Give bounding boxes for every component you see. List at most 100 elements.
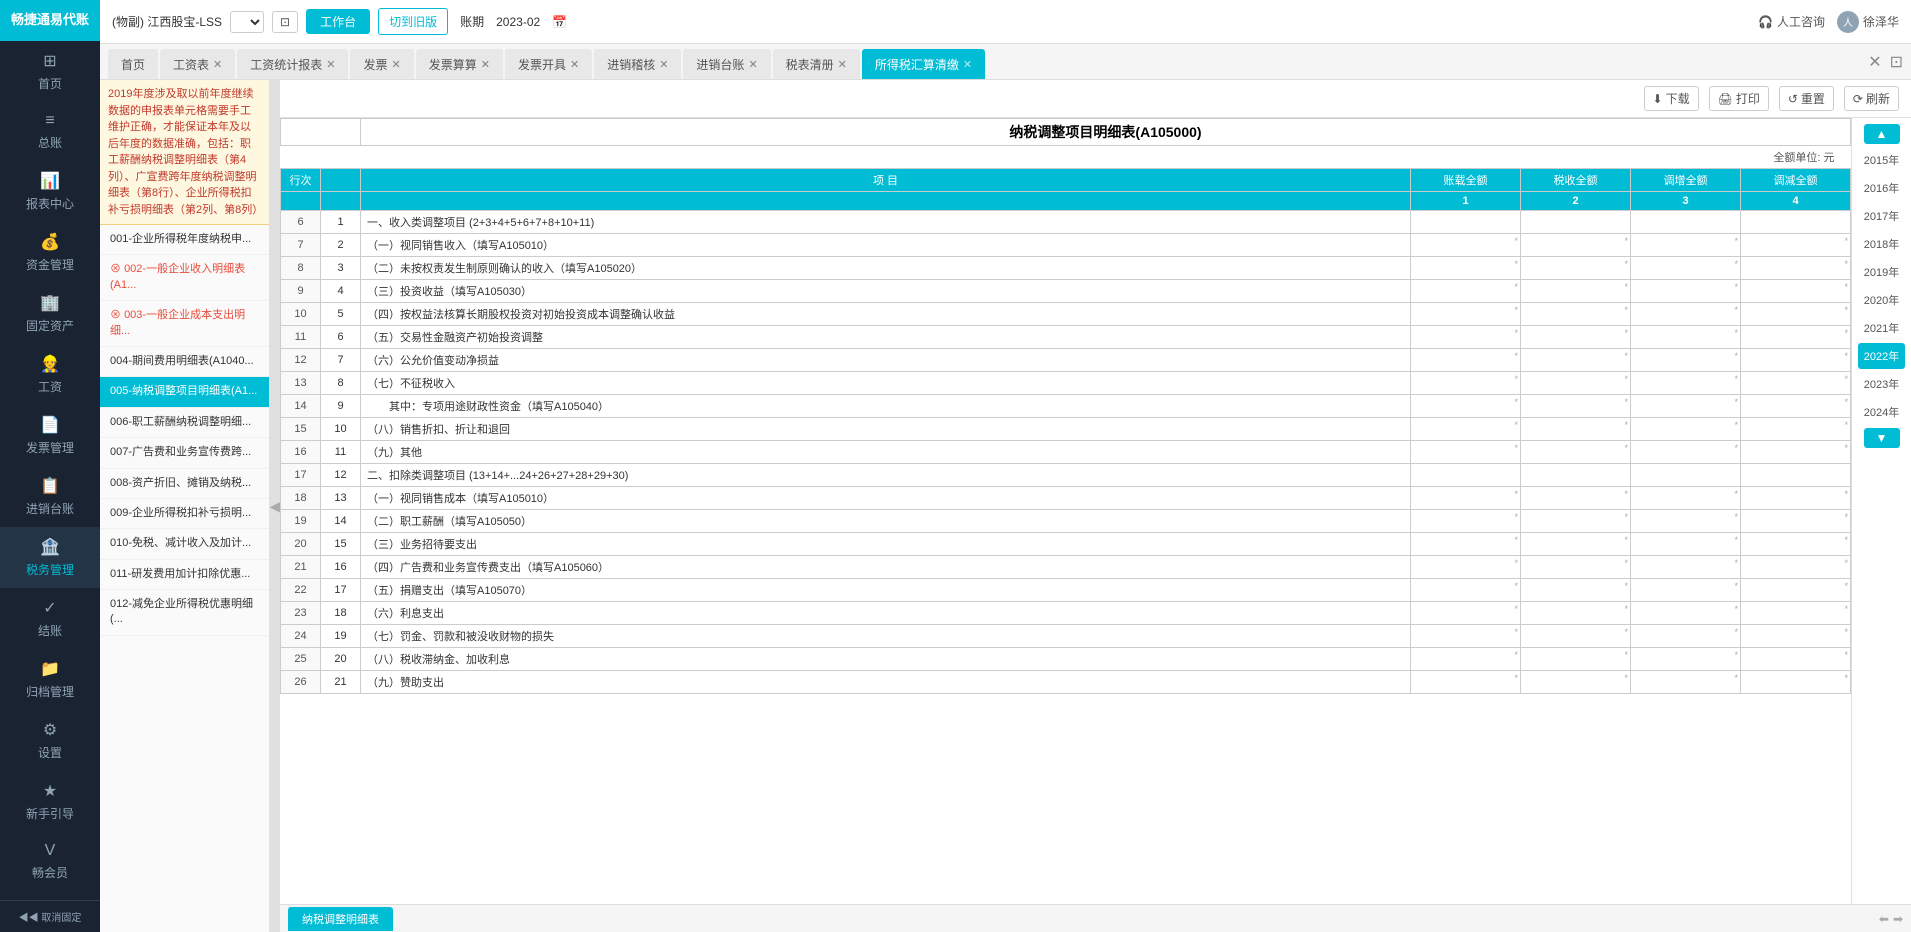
year-up-button[interactable]: ▲ <box>1864 124 1900 144</box>
num-cell-0[interactable]: * <box>1411 303 1521 326</box>
tab-invoice-calc-close[interactable]: ✕ <box>481 58 490 71</box>
table-row[interactable]: 1611（九）其他**** <box>281 441 1851 464</box>
num-cell-3[interactable]: * <box>1741 579 1851 602</box>
num-cell-0[interactable]: * <box>1411 510 1521 533</box>
num-cell-2[interactable]: * <box>1631 280 1741 303</box>
year-2021[interactable]: 2021年 <box>1858 315 1905 341</box>
num-cell-0[interactable]: * <box>1411 671 1521 694</box>
num-cell-2[interactable]: * <box>1631 602 1741 625</box>
sidebar-item-finance[interactable]: 💰 资金管理 <box>0 222 100 283</box>
close-all-tabs-button[interactable]: ✕ <box>1868 52 1881 72</box>
list-item-004[interactable]: 004-期间费用明细表(A1040... <box>100 347 269 377</box>
table-row[interactable]: 72（一）视同销售收入（填写A105010）**** <box>281 234 1851 257</box>
list-item-010[interactable]: 010-免税、减计收入及加计... <box>100 529 269 559</box>
tab-income-tax-close[interactable]: ✕ <box>963 58 972 71</box>
num-cell-3[interactable]: * <box>1741 671 1851 694</box>
num-cell-2[interactable]: * <box>1631 349 1741 372</box>
tab-invoice-calc[interactable]: 发票算算✕ <box>416 49 503 79</box>
num-cell-1[interactable]: * <box>1521 257 1631 280</box>
num-cell-3[interactable]: * <box>1741 602 1851 625</box>
num-cell-2[interactable]: * <box>1631 418 1741 441</box>
year-2024[interactable]: 2024年 <box>1858 399 1905 425</box>
num-cell-1[interactable]: * <box>1521 303 1631 326</box>
list-item-011[interactable]: 011-研发费用加计扣除优惠... <box>100 560 269 590</box>
unfix-sidebar-button[interactable]: ◀◀ 取消固定 <box>0 900 100 932</box>
table-row[interactable]: 2217（五）捐赠支出（填写A105070）**** <box>281 579 1851 602</box>
num-cell-0[interactable]: * <box>1411 326 1521 349</box>
num-cell-0[interactable]: * <box>1411 395 1521 418</box>
year-2020[interactable]: 2020年 <box>1858 287 1905 313</box>
tab-payroll-stat-close[interactable]: ✕ <box>326 58 335 71</box>
num-cell-1[interactable]: * <box>1521 349 1631 372</box>
table-row[interactable]: 2116（四）广告费和业务宣传费支出（填写A105060）**** <box>281 556 1851 579</box>
table-container[interactable]: 纳税调整项目明细表(A105000) 全额单位: 元 行次 项 目 账载全额 税… <box>280 118 1851 904</box>
reset-button[interactable]: ↺ 重置 <box>1779 86 1834 111</box>
sidebar-item-report[interactable]: 📊 报表中心 <box>0 161 100 222</box>
num-cell-3[interactable]: * <box>1741 257 1851 280</box>
refresh-button[interactable]: ⟳ 刷新 <box>1844 86 1899 111</box>
num-cell-0[interactable]: * <box>1411 441 1521 464</box>
tab-invoice-open[interactable]: 发票开具✕ <box>505 49 592 79</box>
table-row[interactable]: 2419（七）罚金、罚款和被没收财物的损失**** <box>281 625 1851 648</box>
num-cell-0[interactable]: * <box>1411 625 1521 648</box>
tab-invoice-close[interactable]: ✕ <box>392 58 401 71</box>
num-cell-2[interactable]: * <box>1631 579 1741 602</box>
tab-input-ledger-close[interactable]: ✕ <box>748 58 757 71</box>
num-cell-3[interactable]: * <box>1741 418 1851 441</box>
num-cell-3[interactable]: * <box>1741 533 1851 556</box>
list-item-009[interactable]: 009-企业所得税扣补亏损明... <box>100 499 269 529</box>
table-row[interactable]: 105（四）按权益法核算长期股权投资对初始投资成本调整确认收益**** <box>281 303 1851 326</box>
tab-tax-clear[interactable]: 税表清册✕ <box>773 49 860 79</box>
company-select[interactable] <box>230 11 264 33</box>
list-item-003[interactable]: 003-一般企业成本支出明细... <box>100 301 269 347</box>
panel-divider[interactable]: ◀ <box>270 80 280 932</box>
table-row[interactable]: 1712二、扣除类调整项目 (13+14+...24+26+27+28+29+3… <box>281 464 1851 487</box>
tab-income-tax[interactable]: 所得税汇算清缴✕ <box>862 49 985 79</box>
num-cell-2[interactable]: * <box>1631 395 1741 418</box>
sidebar-item-tax[interactable]: 🏦 税务管理 <box>0 527 100 588</box>
old-version-button[interactable]: 切到旧版 <box>378 8 448 35</box>
num-cell-0[interactable]: * <box>1411 648 1521 671</box>
num-cell-1[interactable]: * <box>1521 487 1631 510</box>
num-cell-3[interactable]: * <box>1741 487 1851 510</box>
scroll-right-icon[interactable]: ➡ <box>1893 912 1903 926</box>
num-cell-1[interactable]: * <box>1521 441 1631 464</box>
sidebar-item-payroll[interactable]: 👷 工资 <box>0 344 100 405</box>
num-cell-1[interactable]: * <box>1521 395 1631 418</box>
num-cell-1[interactable]: * <box>1521 326 1631 349</box>
maximize-button[interactable]: ⊡ <box>1890 52 1903 72</box>
num-cell-1[interactable]: * <box>1521 418 1631 441</box>
sidebar-item-asset[interactable]: 🏢 固定资产 <box>0 283 100 344</box>
workbench-button[interactable]: 工作台 <box>306 9 370 34</box>
num-cell-2[interactable] <box>1631 211 1741 234</box>
num-cell-3[interactable] <box>1741 464 1851 487</box>
year-2022[interactable]: 2022年 <box>1858 343 1905 369</box>
num-cell-2[interactable]: * <box>1631 372 1741 395</box>
tab-payroll-stat[interactable]: 工资统计报表✕ <box>237 49 348 79</box>
num-cell-2[interactable] <box>1631 464 1741 487</box>
num-cell-3[interactable]: * <box>1741 280 1851 303</box>
table-row[interactable]: 1813（一）视同销售成本（填写A105010）**** <box>281 487 1851 510</box>
copy-button[interactable]: ⊡ <box>272 11 298 33</box>
sidebar-item-input[interactable]: 📋 进销台账 <box>0 466 100 527</box>
num-cell-3[interactable]: * <box>1741 372 1851 395</box>
num-cell-3[interactable]: * <box>1741 510 1851 533</box>
num-cell-0[interactable] <box>1411 464 1521 487</box>
num-cell-1[interactable]: * <box>1521 510 1631 533</box>
num-cell-0[interactable]: * <box>1411 602 1521 625</box>
num-cell-2[interactable]: * <box>1631 648 1741 671</box>
sidebar-item-settings[interactable]: ⚙ 设置 <box>0 710 100 771</box>
num-cell-2[interactable]: * <box>1631 326 1741 349</box>
table-row[interactable]: 149 其中：专项用途财政性资金（填写A105040）**** <box>281 395 1851 418</box>
print-button[interactable]: 🖨 打印 <box>1709 86 1769 111</box>
num-cell-1[interactable]: * <box>1521 533 1631 556</box>
table-row[interactable]: 2621（九）赞助支出**** <box>281 671 1851 694</box>
num-cell-1[interactable]: * <box>1521 648 1631 671</box>
num-cell-3[interactable]: * <box>1741 395 1851 418</box>
num-cell-2[interactable]: * <box>1631 303 1741 326</box>
sidebar-item-settle[interactable]: ✓ 结账 <box>0 588 100 649</box>
num-cell-0[interactable]: * <box>1411 280 1521 303</box>
num-cell-0[interactable]: * <box>1411 533 1521 556</box>
num-cell-2[interactable]: * <box>1631 487 1741 510</box>
sidebar-item-invoice[interactable]: 📄 发票管理 <box>0 405 100 466</box>
